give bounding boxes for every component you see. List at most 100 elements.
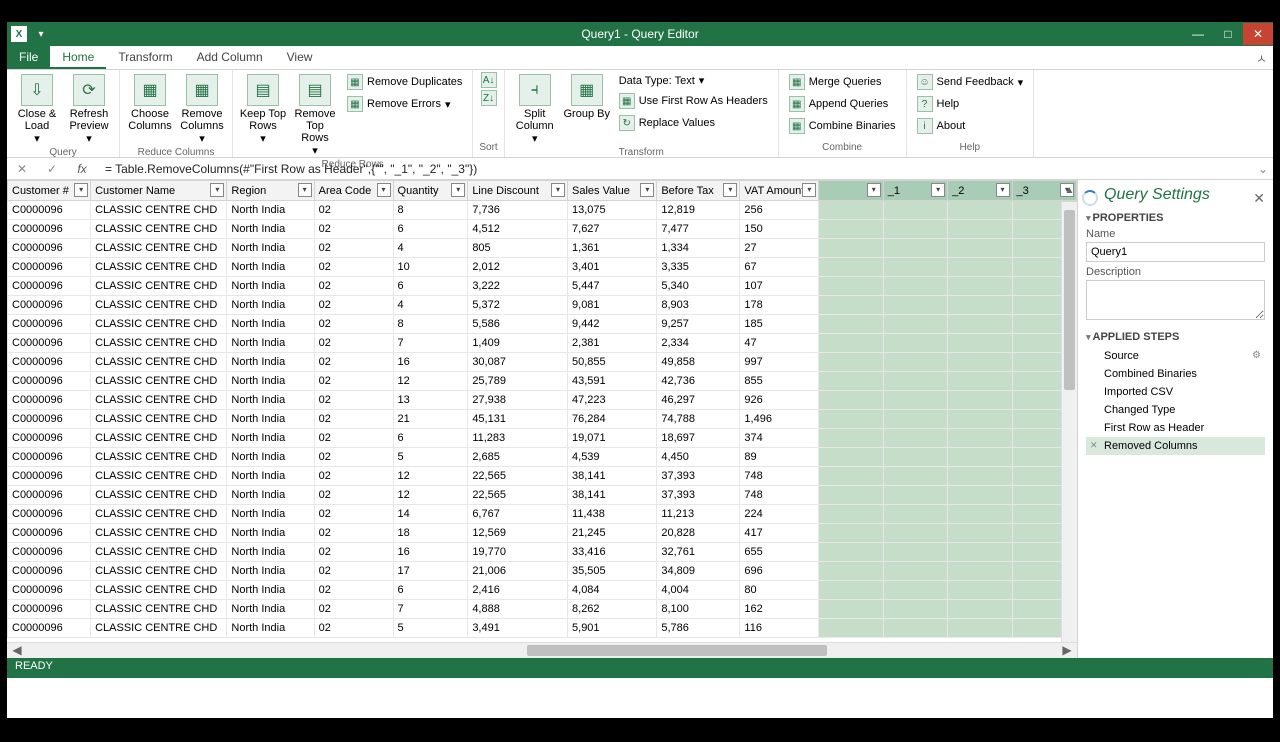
cell[interactable]: 9,081 bbox=[568, 296, 657, 315]
cell[interactable]: 7,736 bbox=[468, 201, 568, 220]
keep-top-rows-button[interactable]: ▤Keep Top Rows ▾ bbox=[239, 72, 287, 145]
cell[interactable]: 805 bbox=[468, 239, 568, 258]
properties-header[interactable]: PROPERTIES bbox=[1086, 212, 1265, 224]
cell[interactable]: C0000096 bbox=[8, 258, 91, 277]
cell[interactable]: 14 bbox=[393, 505, 468, 524]
cell[interactable]: 3,491 bbox=[468, 619, 568, 638]
cell[interactable]: 926 bbox=[740, 391, 819, 410]
cell[interactable]: 12,819 bbox=[657, 201, 740, 220]
cell[interactable] bbox=[948, 353, 1012, 372]
help-button[interactable]: ?Help bbox=[913, 94, 1028, 114]
table-row[interactable]: C0000096CLASSIC CENTRE CHDNorth India024… bbox=[8, 239, 1077, 258]
cell[interactable] bbox=[819, 315, 883, 334]
cell[interactable] bbox=[819, 391, 883, 410]
cell[interactable]: 2,685 bbox=[468, 448, 568, 467]
cell[interactable]: 8,100 bbox=[657, 600, 740, 619]
column-header[interactable]: _2▾ bbox=[948, 181, 1012, 201]
cell[interactable]: 8,903 bbox=[657, 296, 740, 315]
cell[interactable]: North India bbox=[227, 296, 314, 315]
applied-step[interactable]: Changed Type bbox=[1086, 401, 1265, 419]
cell[interactable] bbox=[883, 201, 947, 220]
close-settings-icon[interactable]: ✕ bbox=[1253, 190, 1265, 207]
cell[interactable] bbox=[948, 467, 1012, 486]
refresh-preview-button[interactable]: ⟳Refresh Preview ▾ bbox=[65, 72, 113, 145]
table-row[interactable]: C0000096CLASSIC CENTRE CHDNorth India022… bbox=[8, 410, 1077, 429]
cell[interactable]: 11,438 bbox=[568, 505, 657, 524]
formula-cancel-icon[interactable]: ✕ bbox=[7, 162, 37, 176]
cell[interactable] bbox=[819, 429, 883, 448]
cell[interactable] bbox=[948, 524, 1012, 543]
cell[interactable]: 11,283 bbox=[468, 429, 568, 448]
cell[interactable]: 8 bbox=[393, 315, 468, 334]
cell[interactable]: 5,340 bbox=[657, 277, 740, 296]
table-row[interactable]: C0000096CLASSIC CENTRE CHDNorth India026… bbox=[8, 581, 1077, 600]
cell[interactable] bbox=[948, 429, 1012, 448]
cell[interactable]: CLASSIC CENTRE CHD bbox=[91, 581, 227, 600]
cell[interactable]: 18,697 bbox=[657, 429, 740, 448]
cell[interactable]: 150 bbox=[740, 220, 819, 239]
combine-binaries-button[interactable]: ▦Combine Binaries bbox=[785, 116, 900, 136]
cell[interactable] bbox=[883, 353, 947, 372]
cell[interactable] bbox=[819, 353, 883, 372]
applied-step[interactable]: First Row as Header bbox=[1086, 419, 1265, 437]
cell[interactable] bbox=[883, 486, 947, 505]
cell[interactable] bbox=[819, 619, 883, 638]
table-row[interactable]: C0000096CLASSIC CENTRE CHDNorth India021… bbox=[8, 505, 1077, 524]
cell[interactable]: North India bbox=[227, 524, 314, 543]
filter-icon[interactable]: ▾ bbox=[867, 183, 881, 197]
cell[interactable]: 5,786 bbox=[657, 619, 740, 638]
cell[interactable]: C0000096 bbox=[8, 334, 91, 353]
column-header[interactable]: Quantity▾ bbox=[393, 181, 468, 201]
cell[interactable] bbox=[819, 543, 883, 562]
cell[interactable]: C0000096 bbox=[8, 239, 91, 258]
cell[interactable] bbox=[819, 448, 883, 467]
cell[interactable]: 178 bbox=[740, 296, 819, 315]
cell[interactable]: 02 bbox=[314, 258, 393, 277]
cell[interactable] bbox=[883, 600, 947, 619]
cell[interactable]: 13,075 bbox=[568, 201, 657, 220]
cell[interactable] bbox=[883, 562, 947, 581]
maximize-button[interactable]: □ bbox=[1213, 23, 1243, 45]
column-header[interactable]: Customer Name▾ bbox=[91, 181, 227, 201]
cell[interactable]: C0000096 bbox=[8, 429, 91, 448]
cell[interactable]: 25,789 bbox=[468, 372, 568, 391]
cell[interactable]: 855 bbox=[740, 372, 819, 391]
filter-icon[interactable]: ▾ bbox=[996, 183, 1010, 197]
cell[interactable]: 38,141 bbox=[568, 486, 657, 505]
cell[interactable]: North India bbox=[227, 391, 314, 410]
cell[interactable]: 19,071 bbox=[568, 429, 657, 448]
remove-duplicates-button[interactable]: ▦Remove Duplicates bbox=[343, 72, 466, 92]
cell[interactable]: CLASSIC CENTRE CHD bbox=[91, 505, 227, 524]
cell[interactable]: 02 bbox=[314, 486, 393, 505]
cell[interactable] bbox=[883, 448, 947, 467]
replace-values-button[interactable]: ↻Replace Values bbox=[615, 113, 772, 133]
cell[interactable]: 1,334 bbox=[657, 239, 740, 258]
cell[interactable] bbox=[948, 505, 1012, 524]
tab-file[interactable]: File bbox=[7, 46, 50, 69]
applied-step[interactable]: Combined Binaries bbox=[1086, 365, 1265, 383]
cell[interactable]: 3,222 bbox=[468, 277, 568, 296]
cell[interactable] bbox=[883, 619, 947, 638]
cell[interactable]: 7,627 bbox=[568, 220, 657, 239]
cell[interactable]: 32,761 bbox=[657, 543, 740, 562]
cell[interactable]: 18 bbox=[393, 524, 468, 543]
cell[interactable]: 11,213 bbox=[657, 505, 740, 524]
cell[interactable]: 8 bbox=[393, 201, 468, 220]
cell[interactable]: 997 bbox=[740, 353, 819, 372]
cell[interactable]: 21,245 bbox=[568, 524, 657, 543]
cell[interactable]: North India bbox=[227, 220, 314, 239]
cell[interactable]: 10 bbox=[393, 258, 468, 277]
cell[interactable]: C0000096 bbox=[8, 391, 91, 410]
cell[interactable]: C0000096 bbox=[8, 600, 91, 619]
cell[interactable]: 4,888 bbox=[468, 600, 568, 619]
cell[interactable] bbox=[948, 258, 1012, 277]
cell[interactable]: 1,409 bbox=[468, 334, 568, 353]
cell[interactable]: 47,223 bbox=[568, 391, 657, 410]
applied-step[interactable]: Source⚙ bbox=[1086, 347, 1265, 365]
cell[interactable] bbox=[948, 372, 1012, 391]
formula-accept-icon[interactable]: ✓ bbox=[37, 162, 67, 176]
cell[interactable]: 224 bbox=[740, 505, 819, 524]
filter-icon[interactable]: ▾ bbox=[931, 183, 945, 197]
cell[interactable] bbox=[819, 486, 883, 505]
table-row[interactable]: C0000096CLASSIC CENTRE CHDNorth India027… bbox=[8, 600, 1077, 619]
